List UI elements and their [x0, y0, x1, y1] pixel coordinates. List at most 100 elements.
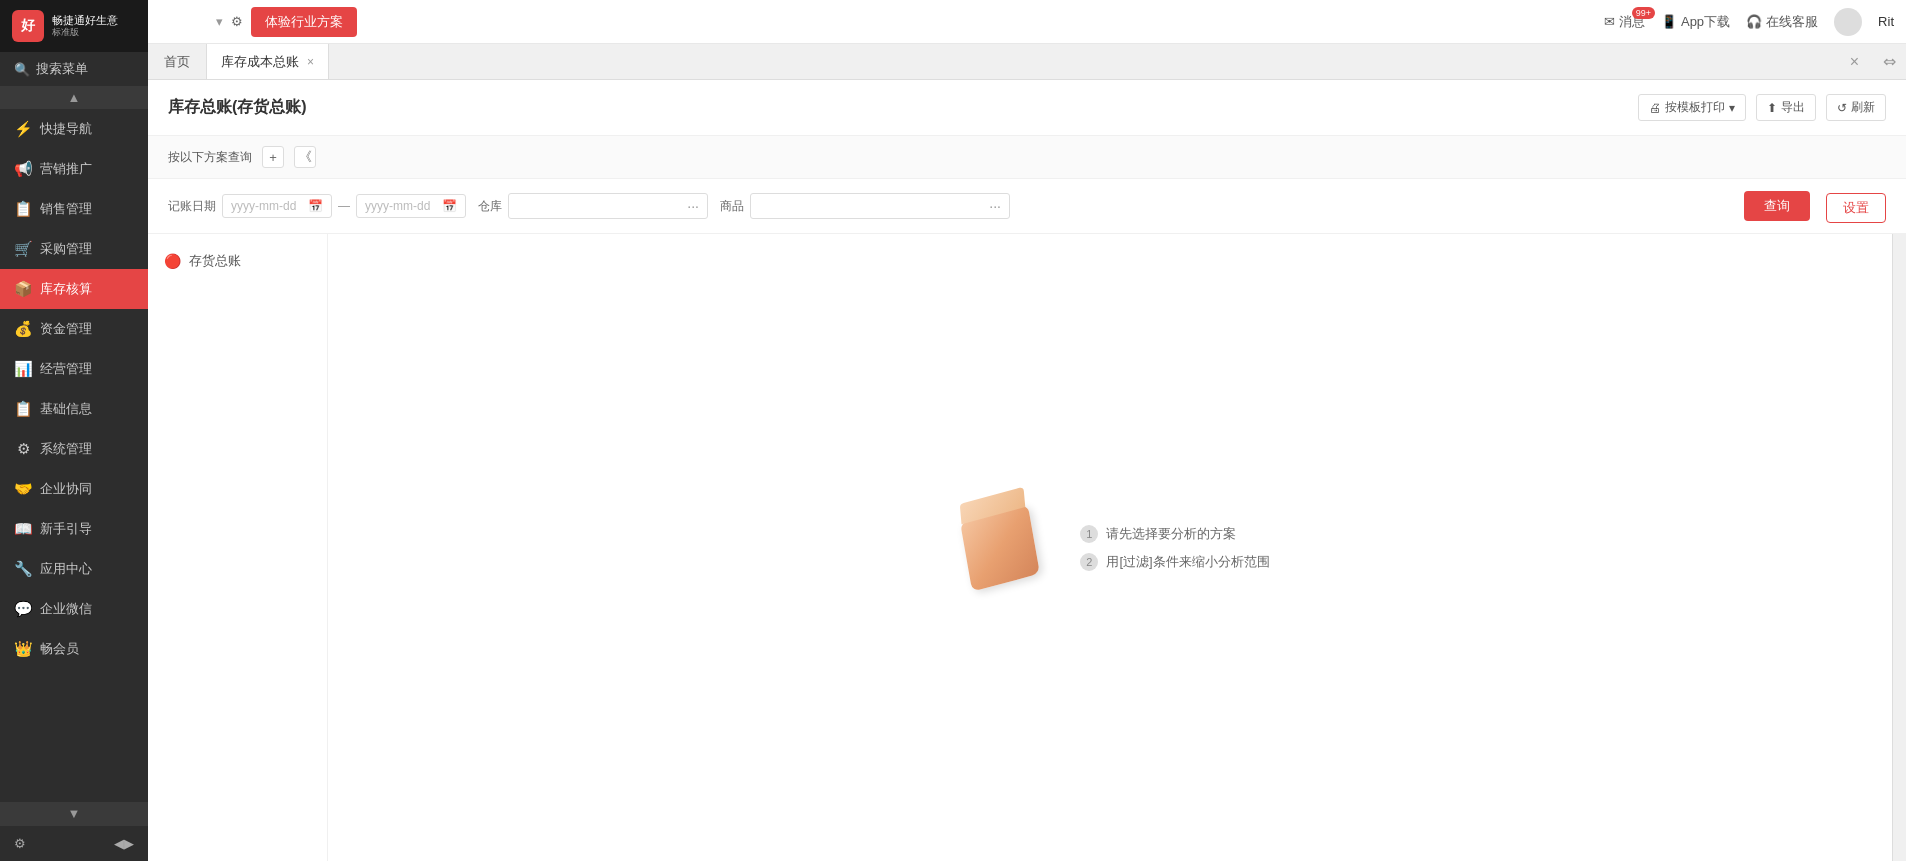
date-end-input[interactable]: yyyy-mm-dd 📅: [356, 194, 466, 218]
app-logo: 好 畅捷通好生意 标准版: [0, 0, 148, 52]
empty-inner: 1 请先选择要分析的方案 2 用[过滤]条件来缩小分析范围: [950, 498, 1269, 598]
query-btn[interactable]: 查询: [1744, 191, 1810, 221]
export-btn[interactable]: ⬆ 导出: [1756, 94, 1816, 121]
warehouse-select[interactable]: ···: [508, 193, 708, 219]
date-label: 记账日期: [168, 198, 216, 215]
search-icon: 🔍: [14, 62, 30, 77]
export-icon: ⬆: [1767, 101, 1777, 115]
industry-btn[interactable]: 体验行业方案: [251, 7, 357, 37]
sidebar-scroll-up[interactable]: ▲: [0, 86, 148, 109]
empty-tips: 1 请先选择要分析的方案 2 用[过滤]条件来缩小分析范围: [1080, 525, 1269, 571]
date-separator: —: [338, 199, 350, 213]
refresh-btn[interactable]: ↺ 刷新: [1826, 94, 1886, 121]
print-btn[interactable]: 🖨 按模板打印 ▾: [1638, 94, 1746, 121]
vip-icon: 👑: [14, 640, 32, 658]
tab-inventory-ledger[interactable]: 库存成本总账 ×: [207, 44, 329, 79]
sidebar-item-sales[interactable]: 📋 销售管理: [0, 189, 148, 229]
left-panel: 🔴 存货总账: [148, 234, 328, 861]
scheme-item-inventory-ledger[interactable]: 🔴 存货总账: [148, 244, 327, 278]
tab-close-all-btn[interactable]: ×: [1836, 53, 1873, 71]
sidebar-item-system[interactable]: ⚙ 系统管理: [0, 429, 148, 469]
warehouse-filter-group: 仓库 ···: [478, 193, 708, 219]
content-area: 🔴 存货总账 1: [148, 234, 1906, 861]
settings-icon[interactable]: ⚙: [14, 836, 26, 851]
product-select[interactable]: ···: [750, 193, 1010, 219]
empty-area: 1 请先选择要分析的方案 2 用[过滤]条件来缩小分析范围: [328, 234, 1892, 861]
box-shape: [960, 504, 1040, 591]
page-content: 库存总账(存货总账) 🖨 按模板打印 ▾ ⬆ 导出 ↺ 刷新: [148, 80, 1906, 861]
finance-icon: 💰: [14, 320, 32, 338]
page-title: 库存总账(存货总账): [168, 97, 307, 118]
warehouse-label: 仓库: [478, 198, 502, 215]
sidebar-item-vip[interactable]: 👑 畅会员: [0, 629, 148, 669]
print-dropdown-icon[interactable]: ▾: [1729, 101, 1735, 115]
tab-close-icon[interactable]: ×: [307, 55, 314, 69]
tip-item-1: 1 请先选择要分析的方案: [1080, 525, 1269, 543]
page-header: 库存总账(存货总账) 🖨 按模板打印 ▾ ⬆ 导出 ↺ 刷新: [148, 80, 1906, 136]
sidebar-item-purchase[interactable]: 🛒 采购管理: [0, 229, 148, 269]
product-more-icon[interactable]: ···: [989, 198, 1001, 214]
logo-icon: 好: [12, 10, 44, 42]
app-icon: 📱: [1661, 14, 1677, 29]
filter-collapse-btn[interactable]: 《: [294, 146, 316, 168]
sidebar-nav: ⚡ 快捷导航 📢 营销推广 📋 销售管理 🛒 采购管理 📦 库存核算 💰 资金管…: [0, 109, 148, 802]
topbar-left: ▾ ⚙ 体验行业方案: [160, 7, 1596, 37]
sidebar-item-quick-nav[interactable]: ⚡ 快捷导航: [0, 109, 148, 149]
warehouse-more-icon[interactable]: ···: [687, 198, 699, 214]
quick-nav-icon: ⚡: [14, 120, 32, 138]
sidebar-item-marketing[interactable]: 📢 营销推广: [0, 149, 148, 189]
topbar-app-download[interactable]: 📱 App下载: [1661, 13, 1730, 31]
date-filter-group: 记账日期 yyyy-mm-dd 📅 — yyyy-mm-dd 📅: [168, 194, 466, 218]
empty-illustration: [950, 498, 1050, 598]
right-resize-panel[interactable]: [1892, 234, 1906, 861]
filter-label: 按以下方案查询: [168, 149, 252, 166]
product-filter-group: 商品 ···: [720, 193, 1010, 219]
topbar-search-text: [160, 13, 208, 30]
page-header-actions: 🖨 按模板打印 ▾ ⬆ 导出 ↺ 刷新: [1638, 94, 1886, 121]
sidebar-item-basic[interactable]: 📋 基础信息: [0, 389, 148, 429]
tab-expand-icon[interactable]: ⇔: [1873, 52, 1906, 71]
marketing-icon: 📢: [14, 160, 32, 178]
query-area: 记账日期 yyyy-mm-dd 📅 — yyyy-mm-dd 📅 仓库: [148, 179, 1906, 234]
main-content: ▾ ⚙ 体验行业方案 ✉ 消息 99+ 📱 App下载 🎧 在线客服 Rit: [148, 0, 1906, 861]
search-menu[interactable]: 🔍 搜索菜单: [0, 52, 148, 86]
user-name: Rit: [1878, 14, 1894, 29]
topbar-right: ✉ 消息 99+ 📱 App下载 🎧 在线客服 Rit: [1604, 8, 1894, 36]
topbar-dropdown-icon[interactable]: ▾: [216, 14, 223, 29]
sidebar-item-appstore[interactable]: 🔧 应用中心: [0, 549, 148, 589]
sidebar-item-newbie[interactable]: 📖 新手引导: [0, 509, 148, 549]
inventory-icon: 📦: [14, 280, 32, 298]
sidebar-item-inventory[interactable]: 📦 库存核算: [0, 269, 148, 309]
logo-text: 畅捷通好生意 标准版: [52, 13, 118, 39]
sidebar-item-enterprise[interactable]: 🤝 企业协同: [0, 469, 148, 509]
service-icon: 🎧: [1746, 14, 1762, 29]
settings-btn[interactable]: 设置: [1826, 193, 1886, 223]
topbar-search[interactable]: [160, 13, 208, 30]
topbar-msg[interactable]: ✉ 消息 99+: [1604, 13, 1645, 31]
calendar-end-icon: 📅: [442, 199, 457, 213]
sidebar-item-operations[interactable]: 📊 经营管理: [0, 349, 148, 389]
tabbar: 首页 库存成本总账 × × ⇔: [148, 44, 1906, 80]
newbie-icon: 📖: [14, 520, 32, 538]
tab-home[interactable]: 首页: [148, 44, 207, 79]
box-top: [960, 486, 1026, 523]
topbar-gear-icon[interactable]: ⚙: [231, 14, 243, 29]
print-icon: 🖨: [1649, 101, 1661, 115]
user-avatar[interactable]: [1834, 8, 1862, 36]
scheme-icon: 🔴: [164, 253, 181, 269]
operations-icon: 📊: [14, 360, 32, 378]
sidebar-item-finance[interactable]: 💰 资金管理: [0, 309, 148, 349]
filter-add-btn[interactable]: +: [262, 146, 284, 168]
date-start-input[interactable]: yyyy-mm-dd 📅: [222, 194, 332, 218]
sidebar-scroll-down[interactable]: ▼: [0, 802, 148, 825]
sidebar: 好 畅捷通好生意 标准版 🔍 搜索菜单 ▲ ⚡ 快捷导航 📢 营销推广 📋 销售…: [0, 0, 148, 861]
system-icon: ⚙: [14, 440, 32, 458]
collapse-icon[interactable]: ◀▶: [114, 836, 134, 851]
sidebar-item-wechat[interactable]: 💬 企业微信: [0, 589, 148, 629]
topbar-service[interactable]: 🎧 在线客服: [1746, 13, 1818, 31]
topbar: ▾ ⚙ 体验行业方案 ✉ 消息 99+ 📱 App下载 🎧 在线客服 Rit: [148, 0, 1906, 44]
appstore-icon: 🔧: [14, 560, 32, 578]
basic-icon: 📋: [14, 400, 32, 418]
wechat-icon: 💬: [14, 600, 32, 618]
refresh-icon: ↺: [1837, 101, 1847, 115]
